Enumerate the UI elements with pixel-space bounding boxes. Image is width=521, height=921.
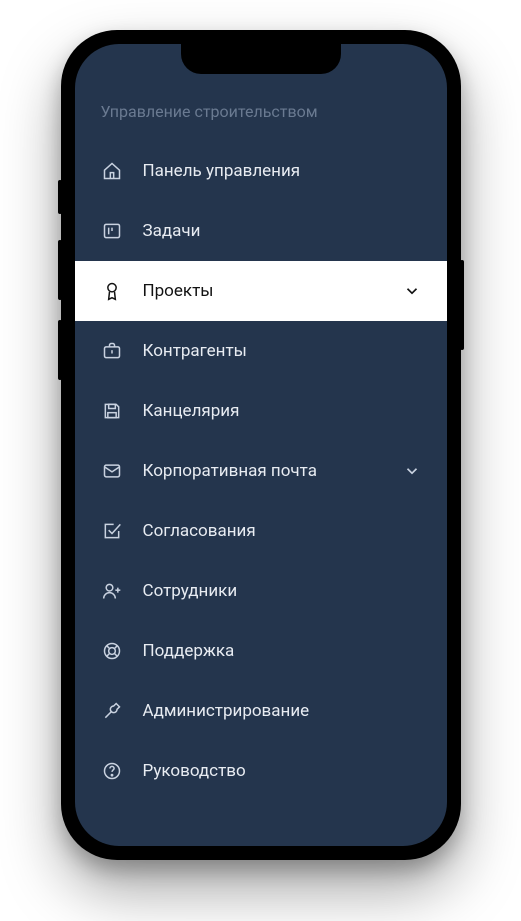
menu-item-label: Канцелярия — [143, 401, 421, 421]
home-icon — [101, 160, 123, 182]
menu-item-counterparties[interactable]: Контрагенты — [75, 321, 447, 381]
menu-item-support[interactable]: Поддержка — [75, 621, 447, 681]
phone-side-button — [58, 320, 62, 380]
tasks-icon — [101, 220, 123, 242]
chevron-down-icon — [403, 282, 421, 300]
menu-item-employees[interactable]: Сотрудники — [75, 561, 447, 621]
phone-side-button — [58, 180, 62, 214]
sidebar-menu: Панель управления Задачи — [75, 141, 447, 801]
menu-item-label: Руководство — [143, 761, 421, 781]
people-icon — [101, 580, 123, 602]
menu-item-label: Администрирование — [143, 701, 421, 721]
phone-side-button — [460, 260, 464, 350]
menu-item-label: Согласования — [143, 521, 421, 541]
save-icon — [101, 400, 123, 422]
check-square-icon — [101, 520, 123, 542]
menu-item-label: Сотрудники — [143, 581, 421, 601]
menu-item-label: Панель управления — [143, 161, 421, 181]
app-content: Управление строительством Панель управле… — [75, 44, 447, 846]
badge-icon — [101, 280, 123, 302]
help-icon — [101, 760, 123, 782]
phone-notch — [181, 44, 341, 74]
menu-item-administration[interactable]: Администрирование — [75, 681, 447, 741]
phone-frame: Управление строительством Панель управле… — [61, 30, 461, 860]
mail-icon — [101, 460, 123, 482]
phone-screen: Управление строительством Панель управле… — [75, 44, 447, 846]
menu-item-corporate-mail[interactable]: Корпоративная почта — [75, 441, 447, 501]
briefcase-icon — [101, 340, 123, 362]
menu-item-approvals[interactable]: Согласования — [75, 501, 447, 561]
lifebuoy-icon — [101, 640, 123, 662]
menu-item-label: Проекты — [143, 281, 403, 301]
app-header-title: Управление строительством — [75, 92, 447, 141]
wrench-icon — [101, 700, 123, 722]
menu-item-dashboard[interactable]: Панель управления — [75, 141, 447, 201]
menu-item-label: Задачи — [143, 221, 421, 241]
phone-side-button — [58, 240, 62, 300]
menu-item-label: Корпоративная почта — [143, 461, 403, 481]
menu-item-tasks[interactable]: Задачи — [75, 201, 447, 261]
menu-item-guide[interactable]: Руководство — [75, 741, 447, 801]
chevron-down-icon — [403, 462, 421, 480]
menu-item-office[interactable]: Канцелярия — [75, 381, 447, 441]
menu-item-projects[interactable]: Проекты — [75, 261, 447, 321]
menu-item-label: Контрагенты — [143, 341, 421, 361]
menu-item-label: Поддержка — [143, 641, 421, 661]
